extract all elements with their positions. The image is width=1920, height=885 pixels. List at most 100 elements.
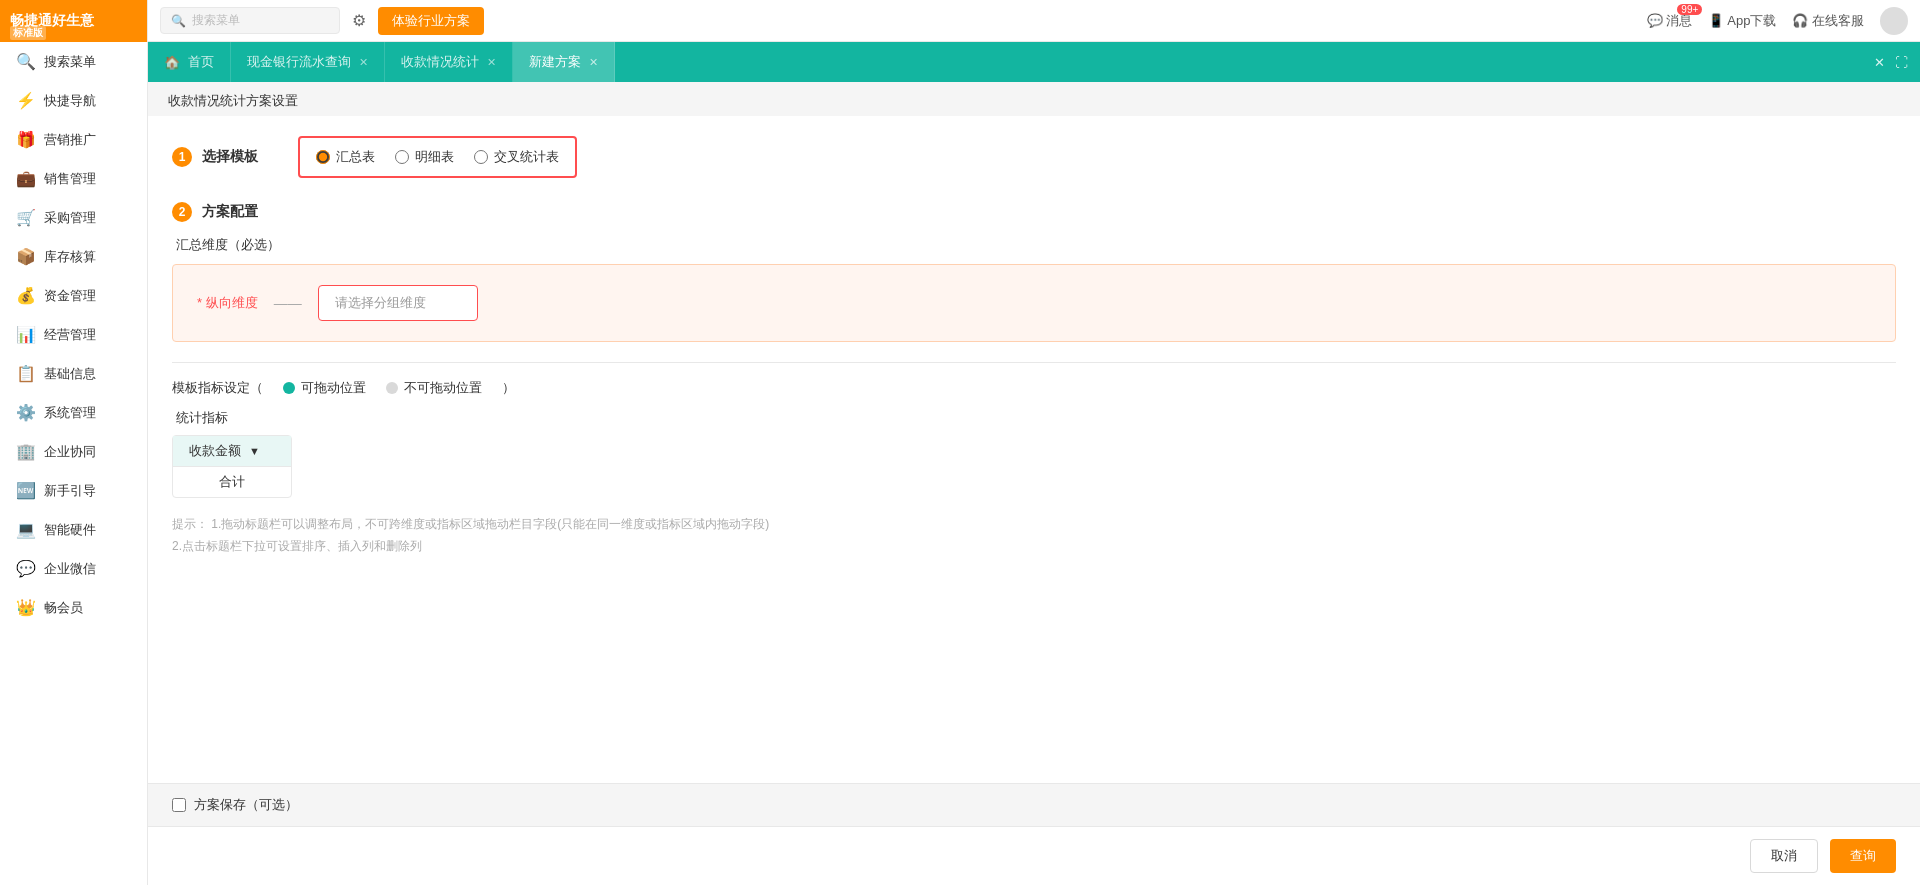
- query-button[interactable]: 查询: [1830, 839, 1896, 873]
- radio-summary[interactable]: 汇总表: [316, 148, 375, 166]
- corp-icon: 🏢: [16, 442, 36, 461]
- sidebar-item-label: 企业协同: [44, 443, 96, 461]
- sidebar-item-label: 销售管理: [44, 170, 96, 188]
- tab-home-label: 首页: [188, 53, 214, 71]
- tab-collection[interactable]: 收款情况统计 ✕: [385, 42, 513, 82]
- app-download-label: App下载: [1727, 13, 1776, 28]
- radio-cross[interactable]: 交叉统计表: [474, 148, 559, 166]
- tab-cashflow[interactable]: 现金银行流水查询 ✕: [231, 42, 385, 82]
- sidebar-item-label: 营销推广: [44, 131, 96, 149]
- basic-icon: 📋: [16, 364, 36, 383]
- content-area: 收款情况统计方案设置 1 选择模板 汇总表 明细表: [148, 82, 1920, 885]
- vertical-dimension-label: * 纵向维度: [197, 294, 258, 312]
- tab-cashflow-label: 现金银行流水查询: [247, 53, 351, 71]
- topbar-right: 💬 消息 99+ 📱 App下载 🎧 在线客服: [1647, 7, 1908, 35]
- system-icon: ⚙️: [16, 403, 36, 422]
- tab-collection-close[interactable]: ✕: [487, 56, 496, 69]
- sidebar-item-operation[interactable]: 📊 经营管理: [0, 315, 147, 354]
- online-service-link[interactable]: 🎧 在线客服: [1792, 12, 1864, 30]
- settings-icon[interactable]: ⚙: [352, 11, 366, 30]
- finance-icon: 💰: [16, 286, 36, 305]
- radio-cross-input[interactable]: [474, 150, 488, 164]
- step2-label: 方案配置: [202, 203, 258, 221]
- tab-new-plan[interactable]: 新建方案 ✕: [513, 42, 615, 82]
- sidebar-item-basic[interactable]: 📋 基础信息: [0, 354, 147, 393]
- dimension-area: * 纵向维度 —— 请选择分组维度: [172, 264, 1896, 342]
- step1-section: 1 选择模板 汇总表 明细表 交叉统计表: [172, 136, 1896, 178]
- indicator-header[interactable]: 收款金额 ▼: [173, 436, 291, 467]
- step1-title: 1 选择模板 汇总表 明细表 交叉统计表: [172, 136, 1896, 178]
- row-total-label: 合计: [219, 474, 245, 489]
- tab-home[interactable]: 🏠 首页: [148, 42, 231, 82]
- footer-bar: 取消 查询: [148, 826, 1920, 885]
- tab-new-plan-label: 新建方案: [529, 53, 581, 71]
- fixed-dot: [386, 382, 398, 394]
- hint-text: 提示： 1.拖动标题栏可以调整布局，不可跨维度或指标区域拖动栏目字段(只能在同一…: [172, 514, 1896, 557]
- save-checkbox[interactable]: [172, 798, 186, 812]
- topbar: 🔍 搜索菜单 ⚙ 体验行业方案 💬 消息 99+ 📱 App下载 🎧 在线客服: [148, 0, 1920, 42]
- inventory-icon: 📦: [16, 247, 36, 266]
- dimension-select[interactable]: 请选择分组维度: [318, 285, 478, 321]
- sidebar-item-search[interactable]: 🔍 搜索菜单: [0, 42, 147, 81]
- sales-icon: 💼: [16, 169, 36, 188]
- draggable-toggle: 可拖动位置: [283, 379, 366, 397]
- sidebar-item-finance[interactable]: 💰 资金管理: [0, 276, 147, 315]
- radio-detail[interactable]: 明细表: [395, 148, 454, 166]
- tab-cashflow-close[interactable]: ✕: [359, 56, 368, 69]
- sidebar-item-member[interactable]: 👑 畅会员: [0, 588, 147, 627]
- indicator-section: 模板指标设定（ 可拖动位置 不可拖动位置 ） 统计指标: [172, 362, 1896, 498]
- step1-label: 选择模板: [202, 148, 258, 166]
- app-download-link[interactable]: 📱 App下载: [1708, 12, 1776, 30]
- sidebar-item-label: 库存核算: [44, 248, 96, 266]
- step1-number: 1: [172, 147, 192, 167]
- trial-button[interactable]: 体验行业方案: [378, 7, 484, 35]
- indicator-toggle-end: ）: [502, 379, 515, 397]
- radio-summary-input[interactable]: [316, 150, 330, 164]
- chevron-down-icon: ▼: [249, 445, 260, 457]
- radio-summary-label: 汇总表: [336, 148, 375, 166]
- draggable-dot: [283, 382, 295, 394]
- search-box[interactable]: 🔍 搜索菜单: [160, 7, 340, 34]
- tab-close-all-icon[interactable]: ✕: [1874, 55, 1885, 70]
- sidebar-item-sales[interactable]: 💼 销售管理: [0, 159, 147, 198]
- tabbar-actions: ✕ ⛶: [1862, 42, 1920, 82]
- member-icon: 👑: [16, 598, 36, 617]
- dimension-config: 汇总维度（必选） * 纵向维度 —— 请选择分组维度: [172, 236, 1896, 342]
- sidebar-item-label: 经营管理: [44, 326, 96, 344]
- sidebar-item-hardware[interactable]: 💻 智能硬件: [0, 510, 147, 549]
- indicator-row-total: 合计: [173, 467, 291, 497]
- message-badge[interactable]: 💬 消息 99+: [1647, 12, 1693, 30]
- search-icon: 🔍: [16, 52, 36, 71]
- sidebar-item-purchase[interactable]: 🛒 采购管理: [0, 198, 147, 237]
- hint-line-2: 2.点击标题栏下拉可设置排序、插入列和删除列: [172, 536, 1896, 558]
- sidebar-item-guide[interactable]: 🆕 新手引导: [0, 471, 147, 510]
- message-count: 99+: [1677, 4, 1702, 15]
- tab-expand-icon[interactable]: ⛶: [1895, 55, 1908, 70]
- main-area: 🔍 搜索菜单 ⚙ 体验行业方案 💬 消息 99+ 📱 App下载 🎧 在线客服: [148, 0, 1920, 885]
- sidebar-item-label: 畅会员: [44, 599, 83, 617]
- tab-new-plan-close[interactable]: ✕: [589, 56, 598, 69]
- sidebar-item-nav[interactable]: ⚡ 快捷导航: [0, 81, 147, 120]
- sidebar-item-marketing[interactable]: 🎁 营销推广: [0, 120, 147, 159]
- user-avatar[interactable]: [1880, 7, 1908, 35]
- radio-detail-input[interactable]: [395, 150, 409, 164]
- draggable-label: 可拖动位置: [301, 379, 366, 397]
- stat-indicator-label: 统计指标: [172, 409, 1896, 427]
- indicator-table: 收款金额 ▼ 合计: [172, 435, 292, 498]
- sidebar-item-corp[interactable]: 🏢 企业协同: [0, 432, 147, 471]
- sidebar-item-inventory[interactable]: 📦 库存核算: [0, 237, 147, 276]
- nav-icon: ⚡: [16, 91, 36, 110]
- sidebar-item-label: 企业微信: [44, 560, 96, 578]
- step2-title: 2 方案配置: [172, 202, 1896, 222]
- sidebar-item-system[interactable]: ⚙️ 系统管理: [0, 393, 147, 432]
- search-icon: 🔍: [171, 14, 186, 28]
- edition-tag: 标准版: [10, 26, 46, 40]
- app-logo: 畅捷通好生意 标准版: [0, 0, 147, 42]
- marketing-icon: 🎁: [16, 130, 36, 149]
- page-header: 收款情况统计方案设置: [148, 82, 1920, 116]
- sidebar-item-wechat[interactable]: 💬 企业微信: [0, 549, 147, 588]
- sidebar-item-label: 快捷导航: [44, 92, 96, 110]
- cancel-button[interactable]: 取消: [1750, 839, 1818, 873]
- message-icon: 💬: [1647, 13, 1667, 28]
- download-icon: 📱: [1708, 13, 1727, 28]
